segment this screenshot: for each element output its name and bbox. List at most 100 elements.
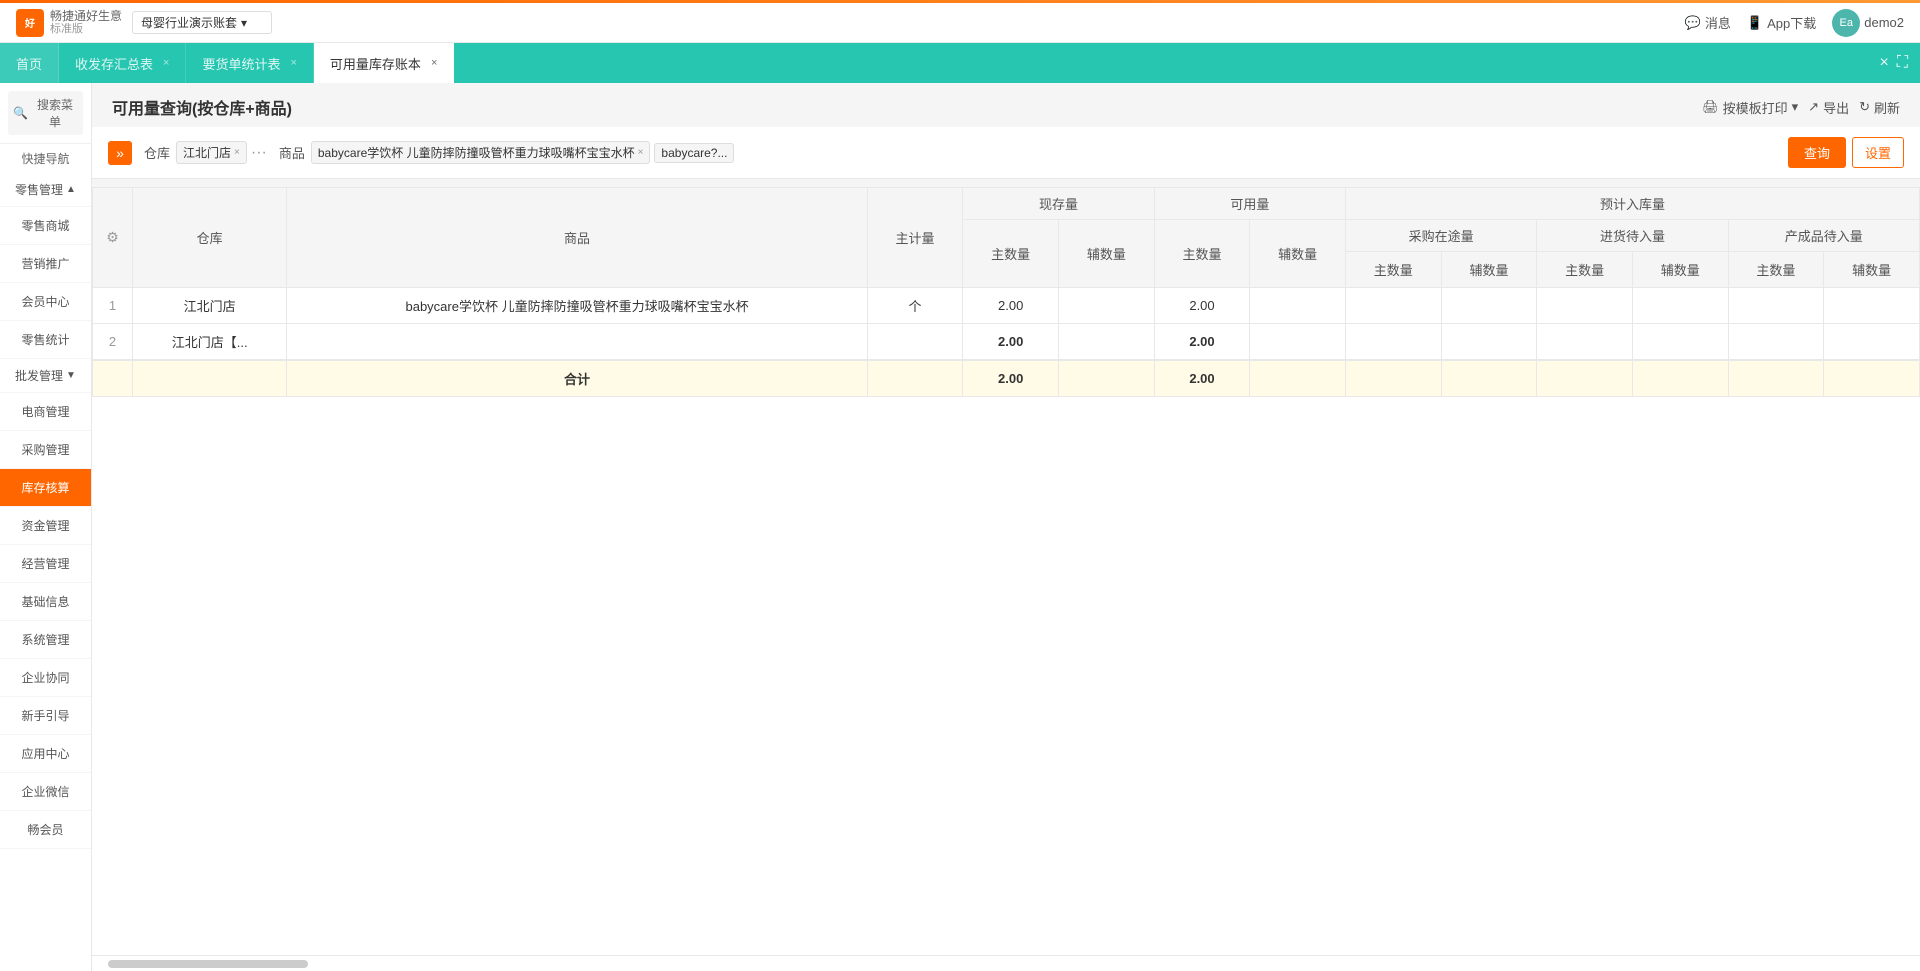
member-center-label: 会员中心 — [21, 293, 69, 310]
sidebar-item-inventory[interactable]: 库存核算 — [0, 469, 91, 507]
row-index-2: 2 — [93, 324, 133, 361]
close-order-stats-icon[interactable]: × — [290, 57, 296, 69]
product-tag-label2: babycare?... — [661, 146, 727, 160]
sidebar-item-retail-mgmt[interactable]: 零售管理 ▲ — [0, 173, 91, 207]
query-btn[interactable]: 查询 — [1788, 137, 1846, 168]
tab-available-stock[interactable]: 可用量库存账本 × — [314, 43, 454, 83]
warehouse-tag-label: 江北门店 — [183, 144, 231, 161]
export-btn[interactable]: ↗ 导出 — [1808, 98, 1849, 117]
row-inbound-pending-main-1 — [1537, 288, 1633, 324]
row-stock-aux-2 — [1059, 324, 1155, 361]
filter-actions: 查询 设置 — [1788, 137, 1904, 168]
tab-receive-summary[interactable]: 收发存汇总表 × — [59, 43, 186, 83]
col-settings-icon[interactable]: ⚙ — [106, 229, 119, 245]
product-tag-babycare2[interactable]: babycare?... — [654, 143, 734, 163]
sidebar-item-purchase-mgmt[interactable]: 采购管理 — [0, 431, 91, 469]
sidebar-search: 🔍 搜索菜单 — [0, 83, 91, 144]
warehouse-tag-jingbei[interactable]: 江北门店 × — [176, 141, 247, 164]
warehouse-label: 仓库 — [144, 143, 170, 162]
close-available-stock-icon[interactable]: × — [431, 57, 437, 69]
quick-nav-label[interactable]: 快捷导航 — [0, 144, 91, 173]
search-menu-btn[interactable]: 🔍 搜索菜单 — [8, 91, 83, 135]
brand-selector[interactable]: 母婴行业演示账套 ▾ — [132, 11, 272, 34]
warehouse-tag-close-icon[interactable]: × — [234, 147, 240, 158]
tab-order-stats[interactable]: 要货单统计表 × — [186, 43, 313, 83]
settings-col-header: ⚙ — [93, 188, 133, 288]
close-tab-btn[interactable]: × — [1879, 54, 1888, 72]
purchase-transit-main-header: 主数量 — [1345, 252, 1441, 288]
fullscreen-btn[interactable]: ⛶ — [1897, 54, 1908, 72]
row-unit-2 — [867, 324, 963, 361]
sidebar-item-new-guide[interactable]: 新手引导 — [0, 697, 91, 735]
stock-main-qty-header: 主数量 — [963, 220, 1059, 288]
footer-label: 合计 — [287, 360, 867, 397]
tab-home[interactable]: 首页 — [0, 43, 59, 83]
table-footer-row: 合计 2.00 2.00 — [93, 360, 1920, 397]
inbound-pending-aux-header: 辅数量 — [1632, 252, 1728, 288]
horizontal-scrollbar-thumb[interactable] — [108, 960, 308, 968]
user-name: demo2 — [1864, 15, 1904, 30]
content-area: 可用量查询(按仓库+商品) 🖨 按模板打印 ▾ ↗ 导出 ↻ 刷新 — [92, 83, 1920, 971]
product-filter: 商品 babycare学饮杯 儿童防摔防撞吸管杯重力球吸嘴杯宝宝水杯 × bab… — [279, 141, 735, 164]
warehouse-more-icon[interactable]: ··· — [251, 144, 267, 162]
order-stats-label: 要货单统计表 — [202, 54, 280, 73]
filter-toggle-btn[interactable]: » — [108, 141, 132, 165]
footer-spacer-2 — [133, 360, 287, 397]
user-area[interactable]: Ea demo2 — [1832, 9, 1904, 37]
sidebar-item-retail-mall[interactable]: 零售商城 — [0, 207, 91, 245]
export-icon: ↗ — [1808, 99, 1819, 115]
sidebar-item-enterprise[interactable]: 企业协同 — [0, 659, 91, 697]
sidebar-item-member-center[interactable]: 会员中心 — [0, 283, 91, 321]
sidebar-item-member[interactable]: 畅会员 — [0, 811, 91, 849]
sidebar-item-basic-info[interactable]: 基础信息 — [0, 583, 91, 621]
new-guide-label: 新手引导 — [21, 707, 69, 724]
sidebar-item-finance[interactable]: 资金管理 — [0, 507, 91, 545]
inbound-pending-group-header: 进货待入量 — [1537, 220, 1728, 252]
sidebar-item-marketing[interactable]: 营销推广 — [0, 245, 91, 283]
row-product-2 — [287, 324, 867, 361]
table-row: 1 江北门店 babycare学饮杯 儿童防摔防撞吸管杯重力球吸嘴杯宝宝水杯 个… — [93, 288, 1920, 324]
receive-summary-label: 收发存汇总表 — [75, 54, 153, 73]
phone-icon: 📱 — [1747, 15, 1763, 31]
row-prod-pending-main-2 — [1728, 324, 1824, 361]
retail-stats-label: 零售统计 — [21, 331, 69, 348]
sidebar-item-wholesale-mgmt[interactable]: 批发管理 ▼ — [0, 359, 91, 393]
sidebar-item-ecommerce[interactable]: 电商管理 — [0, 393, 91, 431]
table-row: 2 江北门店【... 2.00 2.00 — [93, 324, 1920, 361]
logo-area: 好 畅捷通好生意 标准版 — [16, 9, 122, 37]
sidebar-item-app-center[interactable]: 应用中心 — [0, 735, 91, 773]
close-receive-summary-icon[interactable]: × — [163, 57, 169, 69]
row-purchase-transit-main-1 — [1345, 288, 1441, 324]
prod-pending-main-header: 主数量 — [1728, 252, 1824, 288]
row-unit-1: 个 — [867, 288, 963, 324]
sidebar-item-enterprise-wechat[interactable]: 企业微信 — [0, 773, 91, 811]
sidebar-item-operations[interactable]: 经营管理 — [0, 545, 91, 583]
row-inbound-pending-aux-1 — [1632, 288, 1728, 324]
row-prod-pending-main-1 — [1728, 288, 1824, 324]
chevron-down-icon: ▼ — [66, 370, 76, 381]
stock-group-header: 现存量 — [963, 188, 1154, 220]
logo-icon: 好 — [16, 9, 44, 37]
settings-btn[interactable]: 设置 — [1852, 137, 1904, 168]
sidebar-item-system-mgmt[interactable]: 系统管理 — [0, 621, 91, 659]
row-avail-aux-2 — [1250, 324, 1346, 361]
row-purchase-transit-main-2 — [1345, 324, 1441, 361]
row-index-1: 1 — [93, 288, 133, 324]
finance-label: 资金管理 — [21, 517, 69, 534]
product-tag-babycare[interactable]: babycare学饮杯 儿童防摔防撞吸管杯重力球吸嘴杯宝宝水杯 × — [311, 141, 651, 164]
print-btn[interactable]: 🖨 按模板打印 ▾ — [1702, 98, 1798, 117]
app-download-btn[interactable]: 📱 App下载 — [1747, 13, 1816, 32]
purchase-transit-group-header: 采购在途量 — [1345, 220, 1536, 252]
refresh-btn[interactable]: ↻ 刷新 — [1859, 98, 1900, 117]
wholesale-mgmt-label: 批发管理 — [15, 367, 63, 384]
product-col-header: 商品 — [287, 188, 867, 288]
brand-name: 畅捷通好生意 标准版 — [50, 9, 122, 37]
product-tag-close-icon[interactable]: × — [638, 147, 644, 158]
footer-avail-main: 2.00 — [1154, 360, 1250, 397]
nav-tabs: 首页 收发存汇总表 × 要货单统计表 × 可用量库存账本 × × ⛶ — [0, 43, 1920, 83]
marketing-label: 营销推广 — [21, 255, 69, 272]
ecommerce-label: 电商管理 — [21, 403, 69, 420]
message-btn[interactable]: 💬 消息 — [1685, 13, 1731, 32]
table-footer: 合计 2.00 2.00 — [93, 360, 1920, 397]
sidebar-item-retail-stats[interactable]: 零售统计 — [0, 321, 91, 359]
